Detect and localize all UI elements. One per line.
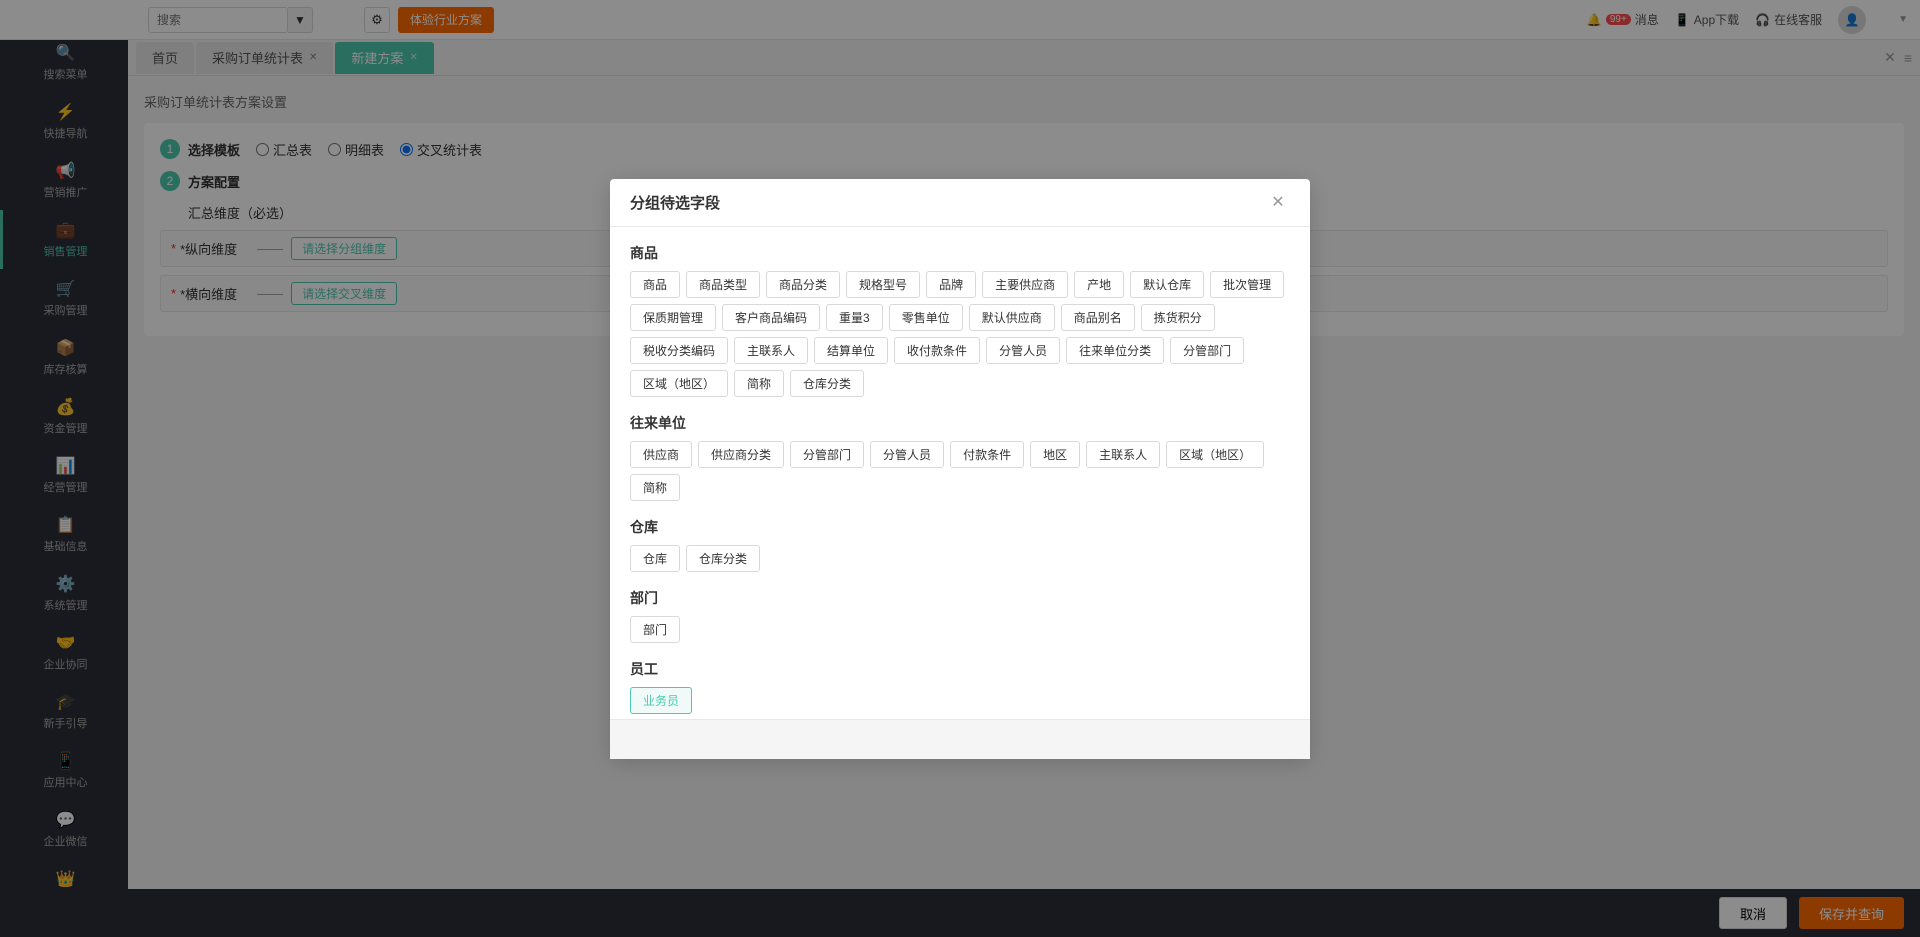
field-tags-0: 商品商品类型商品分类规格型号品牌主要供应商产地默认仓库批次管理保质期管理客户商品… (630, 271, 1290, 397)
field-tag-0-3[interactable]: 规格型号 (846, 271, 920, 298)
field-tag-2-0[interactable]: 仓库 (630, 545, 680, 572)
field-tag-0-16[interactable]: 税收分类编码 (630, 337, 728, 364)
field-tag-0-20[interactable]: 分管人员 (986, 337, 1060, 364)
field-tag-1-0[interactable]: 供应商 (630, 441, 692, 468)
field-tag-3-0[interactable]: 部门 (630, 616, 680, 643)
field-tag-1-6[interactable]: 主联系人 (1086, 441, 1160, 468)
field-tag-4-0[interactable]: 业务员 (630, 687, 692, 714)
field-section-title-1: 往来单位 (630, 413, 1290, 433)
field-section-0: 商品商品商品类型商品分类规格型号品牌主要供应商产地默认仓库批次管理保质期管理客户… (630, 243, 1290, 397)
field-tag-1-8[interactable]: 简称 (630, 474, 680, 501)
field-tag-0-17[interactable]: 主联系人 (734, 337, 808, 364)
field-tag-0-11[interactable]: 重量3 (826, 304, 883, 331)
modal-body[interactable]: 商品商品商品类型商品分类规格型号品牌主要供应商产地默认仓库批次管理保质期管理客户… (610, 227, 1310, 719)
field-tags-4: 业务员 (630, 687, 1290, 714)
field-section-title-0: 商品 (630, 243, 1290, 263)
field-tags-1: 供应商供应商分类分管部门分管人员付款条件地区主联系人区域（地区） 简称 (630, 441, 1290, 501)
field-tag-0-13[interactable]: 默认供应商 (969, 304, 1055, 331)
field-tag-0-9[interactable]: 保质期管理 (630, 304, 716, 331)
field-section-title-3: 部门 (630, 588, 1290, 608)
field-tag-1-3[interactable]: 分管人员 (870, 441, 944, 468)
modal-overlay: 分组待选字段 ✕ 商品商品商品类型商品分类规格型号品牌主要供应商产地默认仓库批次… (0, 0, 1920, 937)
field-tag-0-1[interactable]: 商品类型 (686, 271, 760, 298)
field-tag-0-0[interactable]: 商品 (630, 271, 680, 298)
modal-dialog: 分组待选字段 ✕ 商品商品商品类型商品分类规格型号品牌主要供应商产地默认仓库批次… (610, 179, 1310, 759)
field-tag-2-1[interactable]: 仓库分类 (686, 545, 760, 572)
field-tag-1-4[interactable]: 付款条件 (950, 441, 1024, 468)
modal-close-button[interactable]: ✕ (1266, 190, 1290, 214)
field-section-title-4: 员工 (630, 659, 1290, 679)
field-tag-0-22[interactable]: 分管部门 (1170, 337, 1244, 364)
field-tag-0-8[interactable]: 批次管理 (1210, 271, 1284, 298)
field-tag-0-2[interactable]: 商品分类 (766, 271, 840, 298)
modal-header: 分组待选字段 ✕ (610, 179, 1310, 227)
field-section-title-2: 仓库 (630, 517, 1290, 537)
field-tag-0-24[interactable]: 简称 (734, 370, 784, 397)
field-tag-0-18[interactable]: 结算单位 (814, 337, 888, 364)
field-tag-1-1[interactable]: 供应商分类 (698, 441, 784, 468)
field-tag-0-21[interactable]: 往来单位分类 (1066, 337, 1164, 364)
field-tag-0-10[interactable]: 客户商品编码 (722, 304, 820, 331)
field-tag-0-7[interactable]: 默认仓库 (1130, 271, 1204, 298)
field-tag-1-2[interactable]: 分管部门 (790, 441, 864, 468)
field-section-2: 仓库仓库仓库分类 (630, 517, 1290, 572)
field-tag-0-5[interactable]: 主要供应商 (982, 271, 1068, 298)
field-tag-1-5[interactable]: 地区 (1030, 441, 1080, 468)
field-section-4: 员工业务员 (630, 659, 1290, 714)
modal-footer (610, 719, 1310, 759)
field-tag-0-14[interactable]: 商品别名 (1061, 304, 1135, 331)
field-tag-0-19[interactable]: 收付款条件 (894, 337, 980, 364)
field-section-1: 往来单位供应商供应商分类分管部门分管人员付款条件地区主联系人区域（地区） 简称 (630, 413, 1290, 501)
field-tag-0-4[interactable]: 品牌 (926, 271, 976, 298)
field-section-3: 部门部门 (630, 588, 1290, 643)
field-tag-0-6[interactable]: 产地 (1074, 271, 1124, 298)
field-tag-0-12[interactable]: 零售单位 (889, 304, 963, 331)
field-tags-2: 仓库仓库分类 (630, 545, 1290, 572)
field-tag-0-15[interactable]: 拣货积分 (1141, 304, 1215, 331)
modal-title: 分组待选字段 (630, 192, 720, 213)
field-tags-3: 部门 (630, 616, 1290, 643)
field-tag-0-25[interactable]: 仓库分类 (790, 370, 864, 397)
field-tag-1-7[interactable]: 区域（地区） (1166, 441, 1264, 468)
field-tag-0-23[interactable]: 区域（地区） (630, 370, 728, 397)
